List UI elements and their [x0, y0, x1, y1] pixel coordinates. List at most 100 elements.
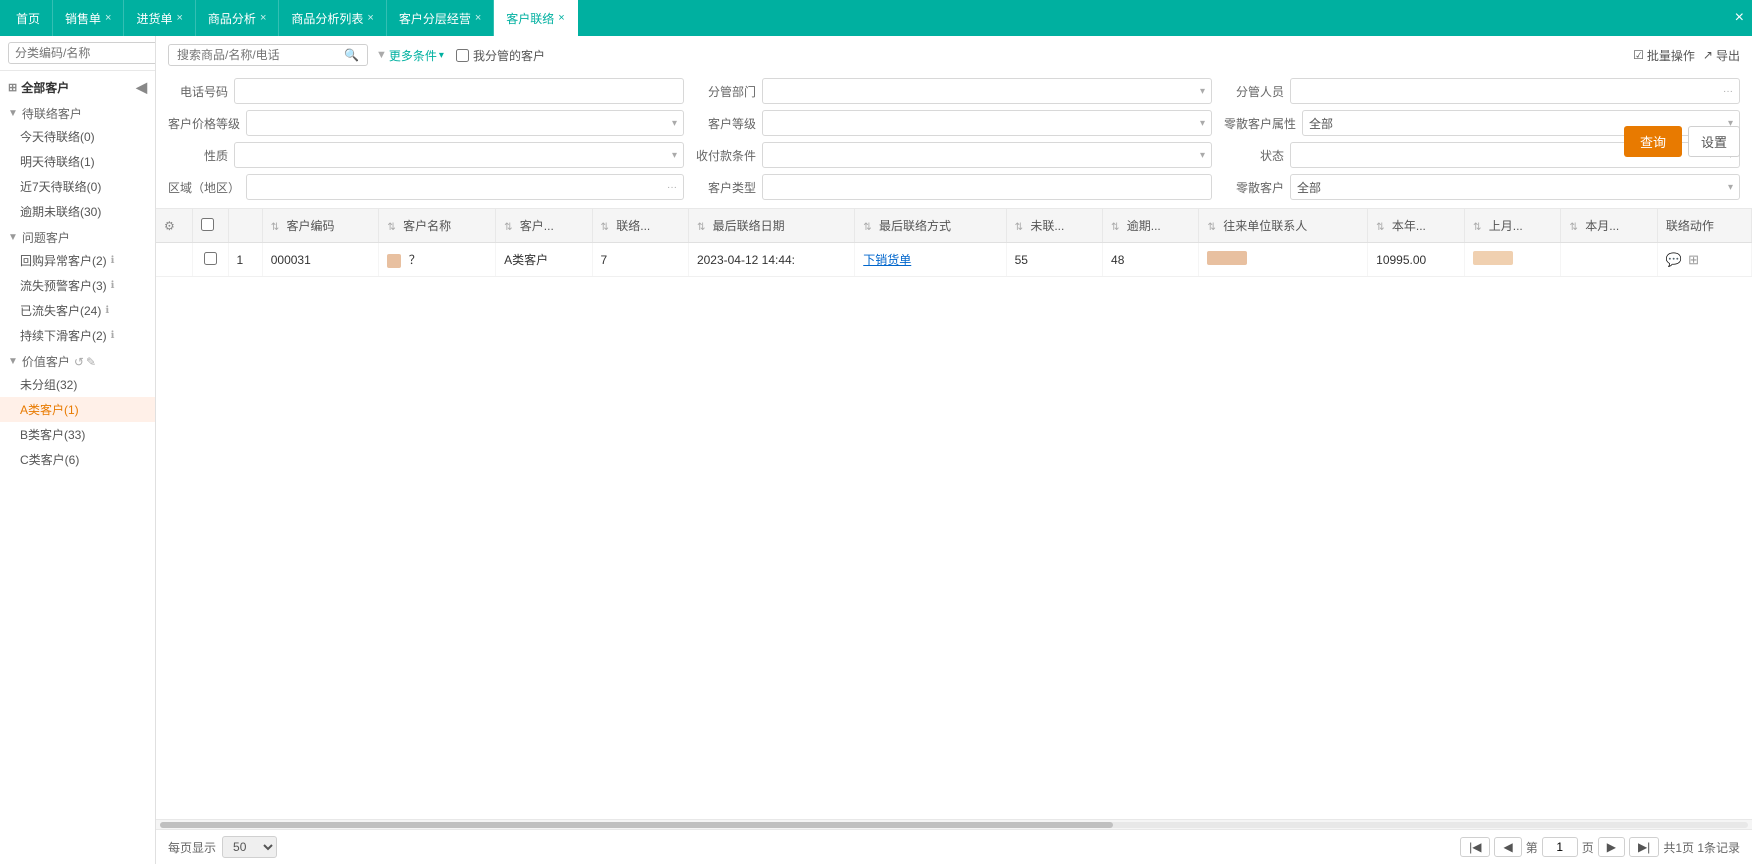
sort-this-month-icon[interactable]: ⇅: [1569, 222, 1577, 233]
first-page-button[interactable]: |◀: [1460, 837, 1490, 857]
last-page-button[interactable]: ▶|: [1629, 837, 1659, 857]
sort-overdue-icon[interactable]: ⇅: [1111, 222, 1119, 233]
nav-customer-tier[interactable]: 客户分层经营 ×: [387, 0, 494, 36]
sidebar-item-churn-warning[interactable]: 流失预警客户(3) ℹ: [0, 273, 155, 298]
col-gear: ⚙: [156, 209, 192, 243]
scrollbar-track: [160, 822, 1748, 828]
col-name: ⇅ 客户名称: [379, 209, 496, 243]
row-gear: [156, 243, 192, 277]
chat-action-icon[interactable]: 💬: [1666, 252, 1682, 268]
row-name: ？: [379, 243, 496, 277]
nav-sales-close[interactable]: ×: [105, 12, 111, 24]
nav-customer-contact[interactable]: 客户联络 ×: [494, 0, 577, 36]
export-button[interactable]: ↗ 导出: [1703, 47, 1740, 64]
filter-region-select[interactable]: ···: [246, 174, 684, 200]
nav-home[interactable]: 首页: [8, 0, 53, 36]
qr-action-icon[interactable]: ⊞: [1688, 252, 1699, 268]
batch-operation-button[interactable]: ☑ 批量操作: [1633, 47, 1695, 64]
sort-level-icon[interactable]: ⇅: [504, 222, 512, 233]
filter-dept-select[interactable]: ▾: [762, 78, 1212, 104]
filter-customer-level-select[interactable]: ▾: [762, 110, 1212, 136]
filter-price-level-select[interactable]: ▾: [246, 110, 684, 136]
nav-product-analysis-list-close[interactable]: ×: [367, 12, 373, 24]
sidebar-item-class-c[interactable]: C类客户(6): [0, 447, 155, 472]
sort-last-month-icon[interactable]: ⇅: [1473, 222, 1481, 233]
edit-icon[interactable]: ✎: [86, 355, 96, 369]
settings-col-icon[interactable]: ⚙: [164, 219, 175, 233]
next-page-button[interactable]: ▶: [1598, 837, 1625, 857]
export-icon: ↗: [1703, 48, 1713, 62]
chevron-down-icon: ▾: [439, 50, 444, 61]
sort-date-icon[interactable]: ⇅: [697, 222, 705, 233]
query-button[interactable]: 查询: [1624, 126, 1682, 157]
filter-status-label: 状态: [1224, 147, 1284, 164]
sidebar-item-class-a[interactable]: A类客户(1): [0, 397, 155, 422]
filter-price-level: 客户价格等级 ▾: [168, 110, 684, 136]
chevron-price-icon: ▾: [672, 118, 677, 129]
sidebar-group-problem[interactable]: ▼ 问题客户: [0, 224, 155, 248]
per-page-select[interactable]: 50 100 200: [222, 836, 277, 858]
filter-phone: 电话号码: [168, 78, 684, 104]
last-method-link[interactable]: 下销货单: [863, 253, 911, 267]
filter-payment: 收付款条件 ▾: [696, 142, 1212, 168]
filter-nature-label: 性质: [168, 147, 228, 164]
horizontal-scrollbar[interactable]: [156, 819, 1752, 829]
filter-payment-select[interactable]: ▾: [762, 142, 1212, 168]
filter-phone-input[interactable]: [234, 78, 684, 104]
select-all-checkbox[interactable]: [201, 218, 214, 231]
chevron-retail-customer-icon: ▾: [1728, 182, 1733, 193]
sort-year-icon[interactable]: ⇅: [1376, 222, 1384, 233]
sidebar-search-input[interactable]: [8, 42, 156, 64]
sort-contact-icon[interactable]: ⇅: [601, 222, 609, 233]
my-customers-checkbox[interactable]: [456, 49, 469, 62]
filter-region: 区域（地区） ···: [168, 174, 684, 200]
filter-search-icon[interactable]: 🔍: [344, 48, 359, 62]
info-icon-3: ℹ: [105, 305, 109, 316]
more-conditions-button[interactable]: ▼ 更多条件 ▾: [376, 47, 444, 64]
nav-product-analysis[interactable]: 商品分析 ×: [196, 0, 279, 36]
arrow-down-icon2: ▼: [8, 232, 18, 243]
nav-customer-contact-close[interactable]: ×: [558, 12, 564, 24]
filter-retail-customer-select[interactable]: 全部 ▾: [1290, 174, 1740, 200]
settings-button[interactable]: 设置: [1688, 126, 1740, 157]
page-number-input[interactable]: [1542, 837, 1578, 857]
sort-name-icon[interactable]: ⇅: [387, 222, 395, 233]
sidebar-item-today[interactable]: 今天待联络(0): [0, 124, 155, 149]
scrollbar-thumb[interactable]: [160, 822, 1113, 828]
row-this-month: [1561, 243, 1657, 277]
nav-product-analysis-list[interactable]: 商品分析列表 ×: [279, 0, 386, 36]
sidebar-collapse-icon[interactable]: ◀: [136, 79, 147, 96]
sidebar-all-customers-header[interactable]: ⊞ 全部客户 ◀: [0, 71, 155, 100]
nav-purchase[interactable]: 进货单 ×: [124, 0, 195, 36]
nav-sales[interactable]: 销售单 ×: [53, 0, 124, 36]
sidebar-item-tomorrow[interactable]: 明天待联络(1): [0, 149, 155, 174]
sidebar-group-pending[interactable]: ▼ 待联络客户: [0, 100, 155, 124]
nav-customer-tier-close[interactable]: ×: [475, 12, 481, 24]
sidebar-item-churned[interactable]: 已流失客户(24) ℹ: [0, 298, 155, 323]
filter-customer-type-select[interactable]: [762, 174, 1212, 200]
filter-search-input[interactable]: [177, 48, 344, 62]
filter-manager-select[interactable]: ···: [1290, 78, 1740, 104]
sidebar-item-class-b[interactable]: B类客户(33): [0, 422, 155, 447]
sidebar-item-declining[interactable]: 持续下滑客户(2) ℹ: [0, 323, 155, 348]
nav-purchase-close[interactable]: ×: [176, 12, 182, 24]
nav-product-analysis-close[interactable]: ×: [260, 12, 266, 24]
row-select-checkbox[interactable]: [204, 252, 217, 265]
sidebar-item-7days[interactable]: 近7天待联络(0): [0, 174, 155, 199]
close-all-button[interactable]: ×: [1735, 9, 1744, 27]
sidebar-group-value[interactable]: ▼ 价值客户 ↺ ✎: [0, 348, 155, 372]
sidebar-item-ungrouped[interactable]: 未分组(32): [0, 372, 155, 397]
filter-fields-grid: 电话号码 分管部门 ▾ 分管人员 ···: [168, 74, 1740, 208]
filter-customer-level: 客户等级 ▾: [696, 110, 1212, 136]
refresh-icon[interactable]: ↺: [74, 355, 84, 369]
sort-method-icon[interactable]: ⇅: [863, 222, 871, 233]
sort-code-icon[interactable]: ⇅: [271, 222, 279, 233]
sidebar-item-overdue[interactable]: 逾期未联络(30): [0, 199, 155, 224]
sort-contacts-icon[interactable]: ⇅: [1207, 222, 1215, 233]
sidebar-item-abnormal[interactable]: 回购异常客户(2) ℹ: [0, 248, 155, 273]
prev-page-button[interactable]: ◀: [1494, 837, 1521, 857]
filter-nature-select[interactable]: ▾: [234, 142, 684, 168]
sort-uncontacted-icon[interactable]: ⇅: [1015, 222, 1023, 233]
per-page-label: 每页显示: [168, 839, 216, 856]
row-checkbox-cell: [192, 243, 228, 277]
